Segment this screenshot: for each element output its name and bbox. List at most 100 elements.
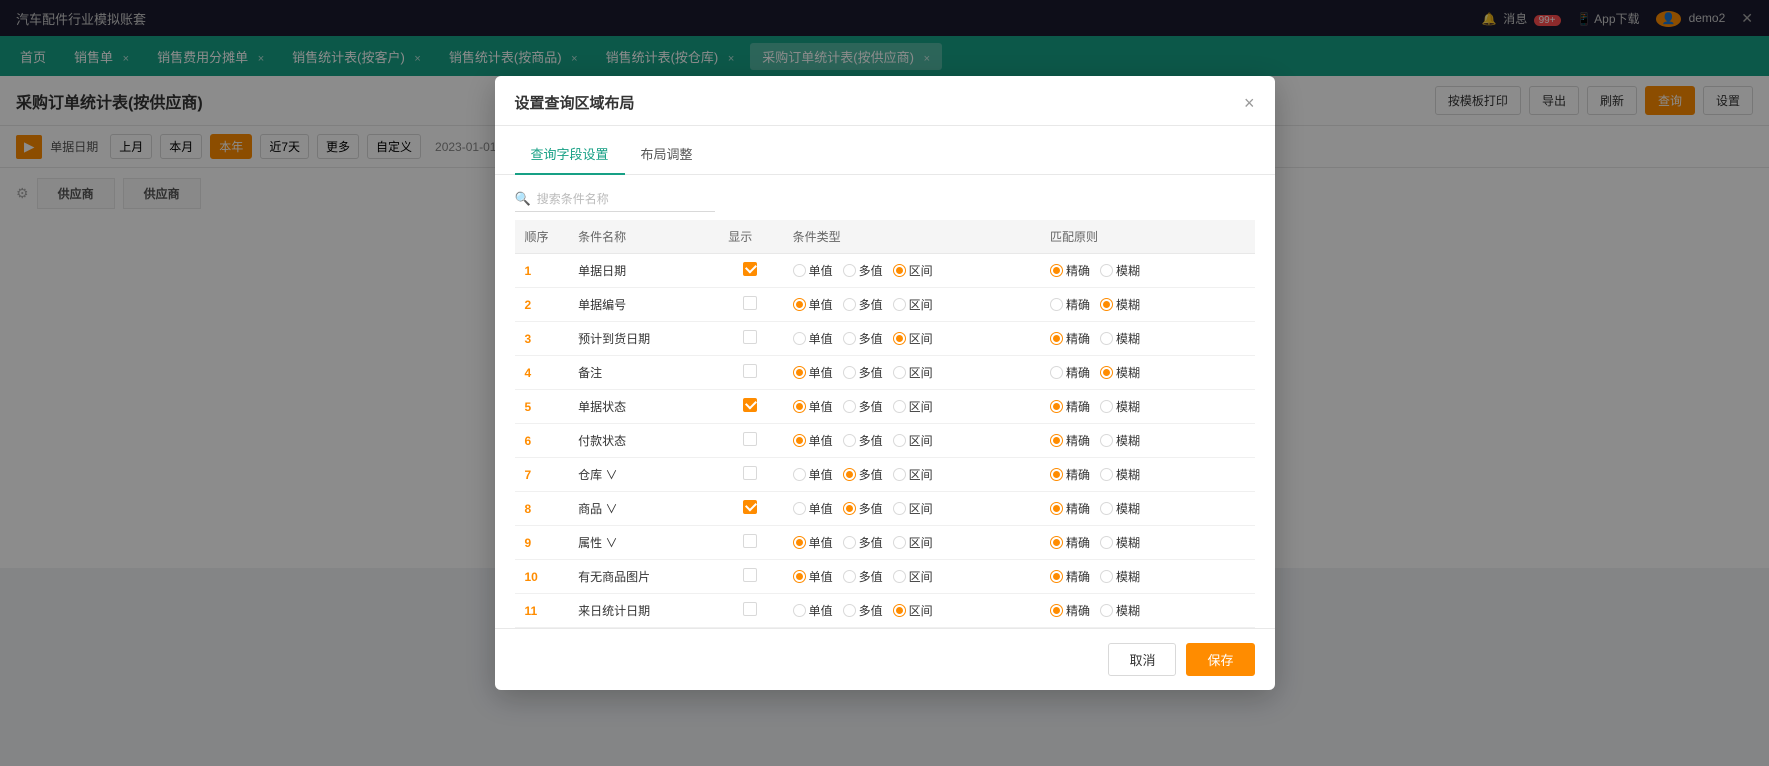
match-radio-精确[interactable]: 精确 [1050, 330, 1090, 347]
type-radio-区间[interactable]: 区间 [893, 364, 933, 381]
type-radio-多值[interactable]: 多值 [843, 568, 883, 585]
type-radio-单值[interactable]: 单值 [793, 432, 833, 449]
match-radio-模糊[interactable]: 模糊 [1100, 262, 1140, 279]
match-radio-模糊[interactable]: 模糊 [1100, 602, 1140, 619]
radio-dot [1100, 604, 1113, 617]
radio-dot [1100, 366, 1113, 379]
type-radio-单值[interactable]: 单值 [793, 296, 833, 313]
th-seq: 顺序 [515, 220, 569, 254]
radio-dot [843, 502, 856, 515]
show-checkbox[interactable] [743, 398, 757, 412]
match-radio-精确[interactable]: 精确 [1050, 296, 1090, 313]
cell-match: 精确模糊 [1040, 322, 1255, 356]
radio-dot [1050, 570, 1063, 583]
match-radio-精确[interactable]: 精确 [1050, 500, 1090, 517]
radio-dot [843, 264, 856, 277]
show-checkbox[interactable] [743, 330, 757, 344]
match-radio-模糊[interactable]: 模糊 [1100, 500, 1140, 517]
match-radio-精确[interactable]: 精确 [1050, 602, 1090, 619]
type-radio-区间[interactable]: 区间 [893, 262, 933, 279]
cell-seq: 10 [515, 560, 569, 594]
type-radio-单值[interactable]: 单值 [793, 262, 833, 279]
match-radio-模糊[interactable]: 模糊 [1100, 330, 1140, 347]
radio-dot [793, 604, 806, 617]
type-radio-单值[interactable]: 单值 [793, 466, 833, 483]
type-radio-区间[interactable]: 区间 [893, 330, 933, 347]
search-input[interactable] [537, 192, 697, 206]
table-row: 9属性 ∨ 单值多值区间 精确模糊 [515, 526, 1255, 560]
type-radio-单值[interactable]: 单值 [793, 534, 833, 551]
type-radio-区间[interactable]: 区间 [893, 568, 933, 585]
radio-dot [1050, 366, 1063, 379]
table-row: 5单据状态单值多值区间精确模糊 [515, 390, 1255, 424]
show-checkbox[interactable] [743, 500, 757, 514]
radio-dot [1050, 536, 1063, 549]
show-checkbox[interactable] [743, 534, 757, 548]
type-radio-区间[interactable]: 区间 [893, 296, 933, 313]
type-radio-多值[interactable]: 多值 [843, 534, 883, 551]
type-radio-多值[interactable]: 多值 [843, 466, 883, 483]
cell-type: 单值多值区间 [783, 424, 1040, 458]
type-radio-单值[interactable]: 单值 [793, 330, 833, 347]
tab-query-fields[interactable]: 查询字段设置 [515, 138, 625, 175]
match-radio-精确[interactable]: 精确 [1050, 568, 1090, 585]
type-radio-区间[interactable]: 区间 [893, 500, 933, 517]
save-button[interactable]: 保存 [1186, 643, 1254, 676]
radio-dot [1050, 264, 1063, 277]
type-radio-区间[interactable]: 区间 [893, 466, 933, 483]
cell-name: 属性 ∨ [568, 526, 718, 560]
match-radio-模糊[interactable]: 模糊 [1100, 534, 1140, 551]
radio-dot [1050, 434, 1063, 447]
type-radio-区间[interactable]: 区间 [893, 432, 933, 449]
type-radio-多值[interactable]: 多值 [843, 500, 883, 517]
type-radio-多值[interactable]: 多值 [843, 262, 883, 279]
match-radio-精确[interactable]: 精确 [1050, 398, 1090, 415]
match-radio-模糊[interactable]: 模糊 [1100, 398, 1140, 415]
dialog-close-button[interactable]: × [1244, 94, 1255, 112]
match-radio-精确[interactable]: 精确 [1050, 534, 1090, 551]
radio-dot [1100, 298, 1113, 311]
table-row: 3预计到货日期单值多值区间精确模糊 [515, 322, 1255, 356]
radio-dot [1050, 332, 1063, 345]
show-checkbox[interactable] [743, 602, 757, 616]
type-radio-单值[interactable]: 单值 [793, 398, 833, 415]
type-radio-多值[interactable]: 多值 [843, 296, 883, 313]
tab-layout[interactable]: 布局调整 [625, 138, 709, 175]
cell-show [718, 458, 782, 492]
dialog-footer: 取消 保存 [495, 628, 1275, 690]
type-radio-多值[interactable]: 多值 [843, 398, 883, 415]
match-radio-精确[interactable]: 精确 [1050, 466, 1090, 483]
match-radio-模糊[interactable]: 模糊 [1100, 364, 1140, 381]
type-radio-多值[interactable]: 多值 [843, 364, 883, 381]
type-radio-多值[interactable]: 多值 [843, 330, 883, 347]
match-radio-模糊[interactable]: 模糊 [1100, 568, 1140, 585]
cell-seq: 3 [515, 322, 569, 356]
match-radio-模糊[interactable]: 模糊 [1100, 296, 1140, 313]
show-checkbox[interactable] [743, 432, 757, 446]
cell-seq: 9 [515, 526, 569, 560]
type-radio-单值[interactable]: 单值 [793, 602, 833, 619]
radio-dot [1050, 604, 1063, 617]
type-radio-单值[interactable]: 单值 [793, 568, 833, 585]
radio-dot [793, 536, 806, 549]
type-radio-单值[interactable]: 单值 [793, 500, 833, 517]
type-radio-单值[interactable]: 单值 [793, 364, 833, 381]
type-radio-多值[interactable]: 多值 [843, 432, 883, 449]
match-radio-精确[interactable]: 精确 [1050, 262, 1090, 279]
type-radio-区间[interactable]: 区间 [893, 602, 933, 619]
type-radio-区间[interactable]: 区间 [893, 534, 933, 551]
type-radio-多值[interactable]: 多值 [843, 602, 883, 619]
match-radio-模糊[interactable]: 模糊 [1100, 466, 1140, 483]
cell-name: 单据日期 [568, 254, 718, 288]
show-checkbox[interactable] [743, 568, 757, 582]
show-checkbox[interactable] [743, 466, 757, 480]
show-checkbox[interactable] [743, 262, 757, 276]
match-radio-精确[interactable]: 精确 [1050, 364, 1090, 381]
show-checkbox[interactable] [743, 364, 757, 378]
show-checkbox[interactable] [743, 296, 757, 310]
match-radio-精确[interactable]: 精确 [1050, 432, 1090, 449]
type-radio-区间[interactable]: 区间 [893, 398, 933, 415]
match-radio-模糊[interactable]: 模糊 [1100, 432, 1140, 449]
cancel-button[interactable]: 取消 [1108, 643, 1176, 676]
radio-dot [793, 570, 806, 583]
